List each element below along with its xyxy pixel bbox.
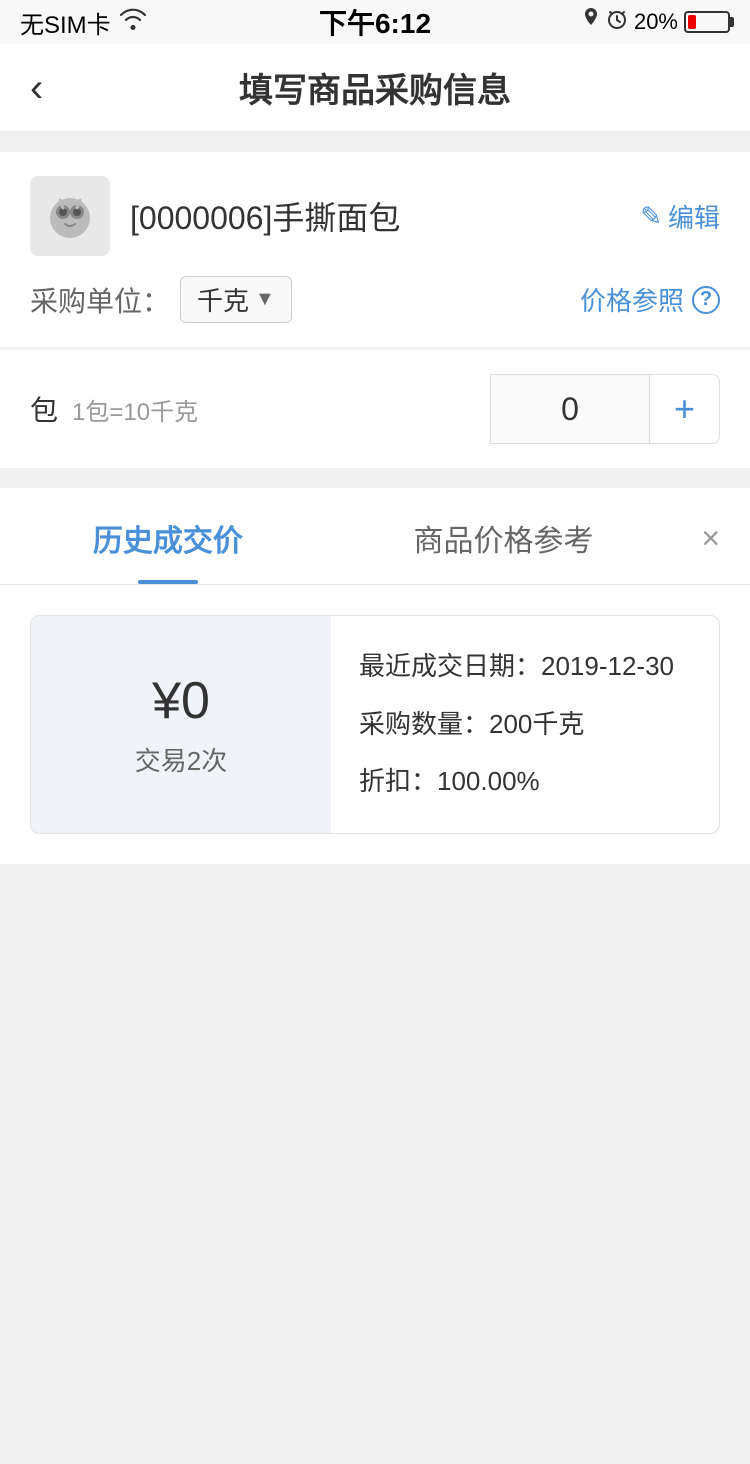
bottom-area — [0, 864, 750, 1464]
status-left: 无SIM卡 — [20, 5, 147, 40]
quantity-unit-info: 包 1包=10千克 — [30, 389, 198, 429]
unit-value: 千克 — [197, 281, 249, 318]
battery-percent: 20% — [634, 9, 678, 35]
price-amount: ¥0 — [152, 671, 210, 731]
detail-discount-value: 100.00% — [437, 766, 540, 796]
price-detail-panel: 最近成交日期：2019-12-30 采购数量：200千克 折扣：100.00% — [331, 616, 719, 833]
detail-date-value: 2019-12-30 — [541, 651, 674, 681]
quantity-value: 0 — [561, 391, 579, 428]
tab-product-price-ref[interactable]: 商品价格参考 — [336, 488, 672, 584]
quantity-plus-button[interactable]: + — [650, 374, 720, 444]
alarm-icon — [606, 8, 628, 36]
product-header: [0000006]手撕面包 ✎ 编辑 — [30, 176, 720, 256]
nav-bar: ‹ 填写商品采购信息 — [0, 44, 750, 132]
quantity-controls: 0 + — [490, 374, 720, 444]
detail-discount-row: 折扣：100.00% — [359, 761, 691, 803]
wifi-icon — [119, 8, 147, 37]
info-icon: ? — [692, 286, 720, 314]
detail-discount-label: 折扣： — [359, 766, 437, 796]
detail-qty-value: 200千克 — [489, 709, 584, 739]
tabs-panel: 历史成交价 商品价格参考 × ¥0 交易2次 最近成交日期：2019-12-30… — [0, 488, 750, 864]
unit-conversion-text: 1包=10千克 — [72, 392, 198, 427]
price-reference-button[interactable]: 价格参照 ? — [580, 281, 720, 318]
detail-date-row: 最近成交日期：2019-12-30 — [359, 646, 691, 688]
unit-label-text: 采购单位： — [30, 280, 170, 320]
price-summary-panel: ¥0 交易2次 — [31, 616, 331, 833]
price-ref-label: 价格参照 — [580, 281, 684, 318]
history-price-content: ¥0 交易2次 最近成交日期：2019-12-30 采购数量：200千克 折扣：… — [0, 585, 750, 864]
product-unit-row: 采购单位： 千克 ▼ 价格参照 ? — [30, 276, 720, 323]
edit-button[interactable]: ✎ 编辑 — [640, 198, 720, 235]
quantity-row: 包 1包=10千克 0 + — [0, 349, 750, 468]
status-time: 下午6:12 — [319, 2, 431, 42]
unit-box-label: 包 — [30, 389, 58, 429]
page-title: 填写商品采购信息 — [239, 63, 511, 112]
tab1-label: 历史成交价 — [93, 525, 243, 558]
tabs-close-button[interactable]: × — [671, 492, 750, 581]
tab2-label: 商品价格参考 — [413, 525, 593, 558]
product-left: [0000006]手撕面包 — [30, 176, 400, 256]
dropdown-arrow-icon: ▼ — [255, 288, 275, 311]
unit-label: 采购单位： 千克 ▼ — [30, 276, 292, 323]
unit-select-dropdown[interactable]: 千克 ▼ — [180, 276, 292, 323]
edit-icon: ✎ — [640, 201, 662, 232]
product-name: [0000006]手撕面包 — [130, 193, 400, 239]
carrier-text: 无SIM卡 — [20, 5, 111, 40]
detail-qty-row: 采购数量：200千克 — [359, 704, 691, 746]
detail-date-label: 最近成交日期： — [359, 651, 541, 681]
edit-label: 编辑 — [668, 198, 720, 235]
status-bar: 无SIM卡 下午6:12 20% — [0, 0, 750, 44]
quantity-input[interactable]: 0 — [490, 374, 650, 444]
product-thumbnail — [30, 176, 110, 256]
tab-history-price[interactable]: 历史成交价 — [0, 488, 336, 584]
tabs-header: 历史成交价 商品价格参考 × — [0, 488, 750, 585]
product-card: [0000006]手撕面包 ✎ 编辑 采购单位： 千克 ▼ 价格参照 ? — [0, 152, 750, 347]
status-right: 20% — [582, 8, 730, 36]
transaction-count: 交易2次 — [135, 741, 227, 778]
price-card: ¥0 交易2次 最近成交日期：2019-12-30 采购数量：200千克 折扣：… — [30, 615, 720, 834]
location-icon — [582, 8, 600, 36]
detail-qty-label: 采购数量： — [359, 709, 489, 739]
back-button[interactable]: ‹ — [30, 68, 43, 108]
battery-icon — [684, 11, 730, 33]
